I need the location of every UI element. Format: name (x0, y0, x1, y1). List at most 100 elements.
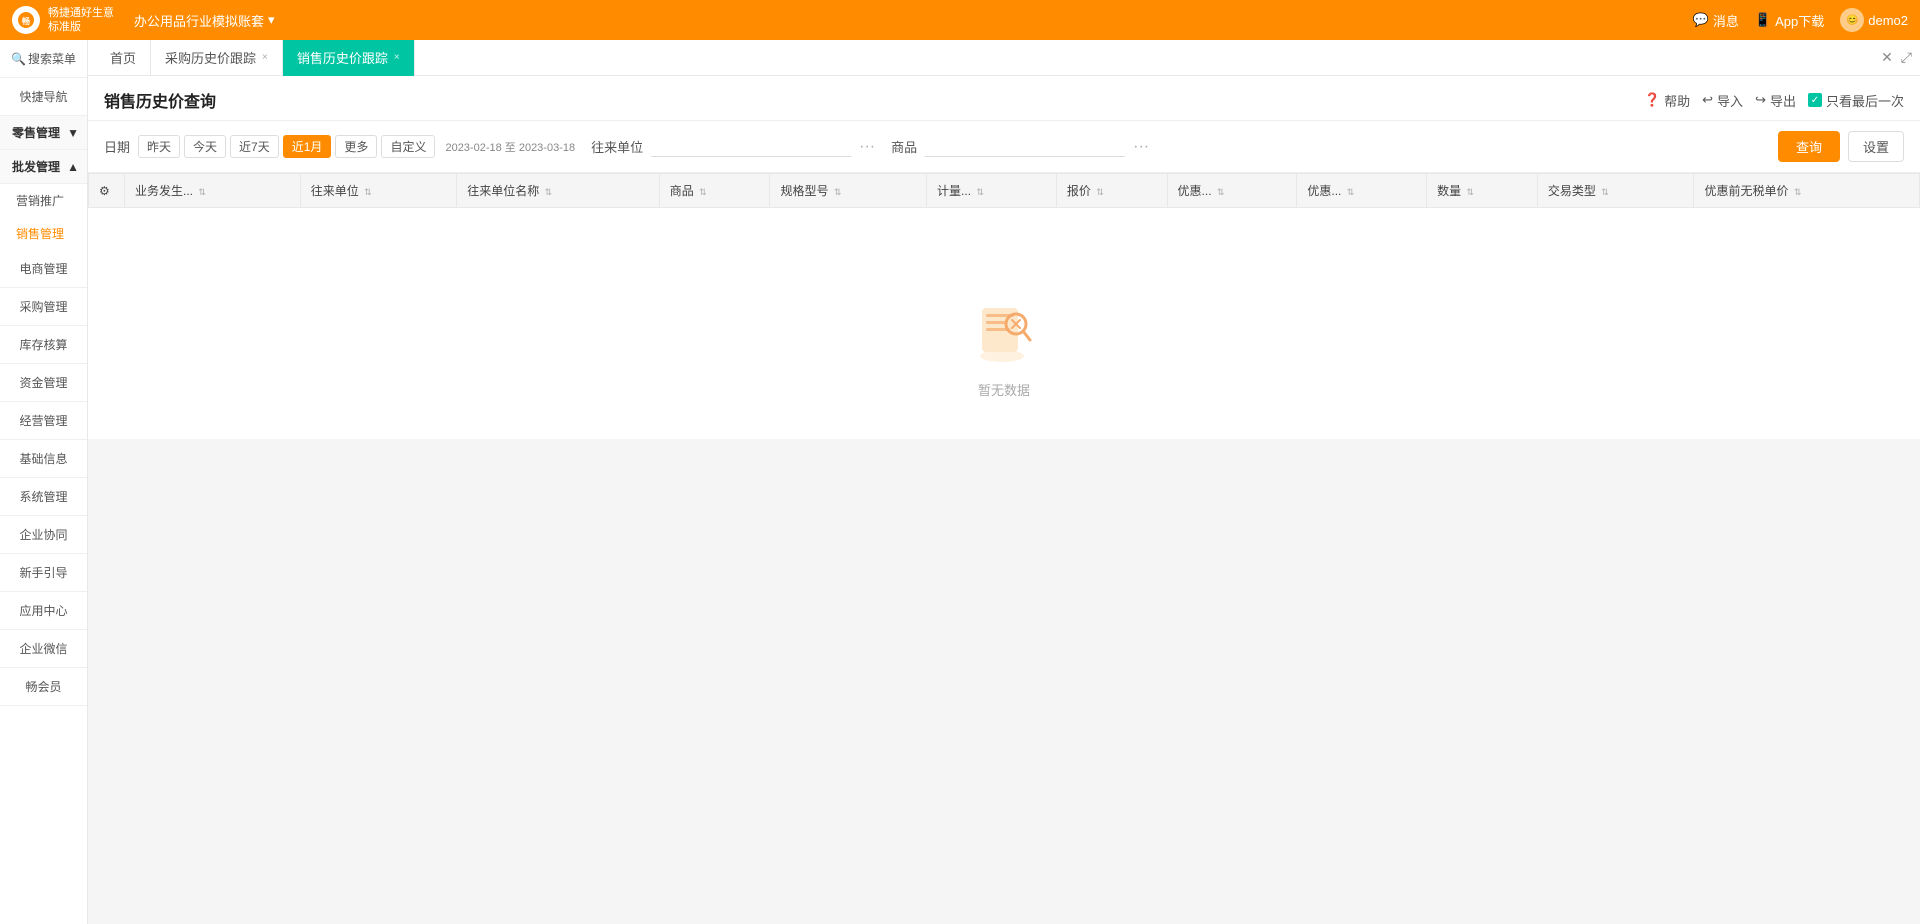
sidebar-item-new-guide[interactable]: 新手引导 (0, 554, 87, 592)
sidebar-item-inventory[interactable]: 库存核算 (0, 326, 87, 364)
help-btn[interactable]: ❓ 帮助 (1644, 91, 1690, 110)
th-discount2[interactable]: 优惠... ⇅ (1297, 174, 1427, 208)
empty-state: 暂无数据 (88, 208, 1920, 439)
sidebar-item-ecom-mgmt[interactable]: 电商管理 (0, 250, 87, 288)
date-options: 昨天 今天 近7天 近1月 更多 自定义 (138, 135, 435, 158)
th-partner-name-label: 往来单位名称 (467, 184, 539, 198)
app-title-dropdown[interactable]: 办公用品行业模拟账套 ▾ (134, 11, 275, 30)
th-product-label: 商品 (670, 184, 694, 198)
partner-dots: ··· (859, 138, 875, 156)
sort-icon-unit: ⇅ (976, 187, 984, 197)
topbar-center: 办公用品行业模拟账套 ▾ (114, 11, 1693, 30)
more-btn[interactable]: 更多 (335, 135, 377, 158)
sidebar-item-finance[interactable]: 资金管理 (0, 364, 87, 402)
export-btn[interactable]: ↪ 导出 (1755, 91, 1796, 110)
th-pre-tax-price[interactable]: 优惠前无税单价 ⇅ (1694, 174, 1920, 208)
product-label: 商品 (891, 137, 917, 156)
th-product[interactable]: 商品 ⇅ (659, 174, 770, 208)
th-qty-label: 数量 (1437, 184, 1461, 198)
topbar-right: 💬 消息 📱 App下载 😊 demo2 (1693, 8, 1908, 32)
topbar-left: 畅 畅捷通好生意 标准版 (12, 6, 114, 35)
th-trade-type-label: 交易类型 (1548, 184, 1596, 198)
chevron-down-icon: ▼ (67, 126, 79, 140)
sidebar-sub-item-marketing[interactable]: 营销推广 (0, 184, 87, 217)
topbar: 畅 畅捷通好生意 标准版 办公用品行业模拟账套 ▾ 💬 消息 📱 App下载 😊… (0, 0, 1920, 40)
custom-btn[interactable]: 自定义 (381, 135, 435, 158)
filter-bar: 日期 昨天 今天 近7天 近1月 更多 自定义 2023-02-18 至 202… (88, 121, 1920, 173)
tab-sales-close-btn[interactable]: × (394, 52, 400, 63)
th-discount1[interactable]: 优惠... ⇅ (1167, 174, 1297, 208)
sort-icon-partner-name: ⇅ (545, 187, 553, 197)
tab-purchase-close-btn[interactable]: × (262, 52, 268, 63)
th-quote[interactable]: 报价 ⇅ (1056, 174, 1167, 208)
tab-sales-history[interactable]: 销售历史价跟踪 × (283, 40, 415, 76)
th-partner-code[interactable]: 往来单位 ⇅ (300, 174, 457, 208)
logo-text: 畅捷通好生意 标准版 (48, 6, 114, 35)
sidebar-item-membership[interactable]: 畅会员 (0, 668, 87, 706)
th-unit-label: 计量... (937, 184, 971, 198)
data-table: ⚙ 业务发生... ⇅ 往来单位 ⇅ 往来单位名称 ⇅ (88, 173, 1920, 208)
sidebar-item-basic-info[interactable]: 基础信息 (0, 440, 87, 478)
partner-input[interactable] (651, 137, 851, 157)
sidebar-item-operations[interactable]: 经营管理 (0, 402, 87, 440)
th-quote-label: 报价 (1067, 184, 1091, 198)
page-header: 销售历史价查询 ❓ 帮助 ↩ 导入 ↪ 导出 ✓ (88, 76, 1920, 121)
th-gear[interactable]: ⚙ (89, 174, 125, 208)
import-icon: ↩ (1702, 92, 1713, 108)
sidebar-item-quick-nav[interactable]: 快捷导航 (0, 78, 87, 116)
tab-home[interactable]: 首页 (96, 40, 151, 76)
sidebar-sub-item-sales-mgmt[interactable]: 销售管理 (0, 217, 87, 250)
sort-icon-product: ⇅ (699, 187, 707, 197)
date-label: 日期 (104, 137, 130, 156)
product-input[interactable] (925, 137, 1125, 157)
th-unit[interactable]: 计量... ⇅ (927, 174, 1057, 208)
only-last-checkbox-label[interactable]: ✓ 只看最后一次 (1808, 91, 1904, 110)
th-partner-name[interactable]: 往来单位名称 ⇅ (457, 174, 659, 208)
logo-icon: 畅 (12, 6, 40, 34)
table-header: ⚙ 业务发生... ⇅ 往来单位 ⇅ 往来单位名称 ⇅ (89, 174, 1920, 208)
th-pre-tax-price-label: 优惠前无税单价 (1704, 184, 1788, 198)
only-last-checkbox[interactable]: ✓ (1808, 93, 1822, 107)
th-qty[interactable]: 数量 ⇅ (1427, 174, 1538, 208)
sort-icon-pre-tax-price: ⇅ (1794, 187, 1802, 197)
sidebar-item-purchase-mgmt[interactable]: 采购管理 (0, 288, 87, 326)
sidebar-item-search-menu[interactable]: 🔍 搜索菜单 (0, 40, 87, 78)
avatar: 😊 (1840, 8, 1864, 32)
th-biz-date[interactable]: 业务发生... ⇅ (125, 174, 301, 208)
last1month-btn[interactable]: 近1月 (283, 135, 332, 158)
sidebar-item-system[interactable]: 系统管理 (0, 478, 87, 516)
sort-icon-discount1: ⇅ (1217, 187, 1225, 197)
today-btn[interactable]: 今天 (184, 135, 226, 158)
sort-icon-discount2: ⇅ (1347, 187, 1355, 197)
page-header-actions: ❓ 帮助 ↩ 导入 ↪ 导出 ✓ 只看最后一次 (1644, 91, 1904, 110)
th-spec[interactable]: 规格型号 ⇅ (770, 174, 927, 208)
sidebar-item-app-center[interactable]: 应用中心 (0, 592, 87, 630)
sidebar-item-wholesale-mgmt[interactable]: 批发管理 ▲ (0, 150, 87, 184)
dropdown-icon: ▾ (268, 12, 275, 28)
query-button[interactable]: 查询 (1778, 131, 1840, 162)
content-area: 首页 采购历史价跟踪 × 销售历史价跟踪 × ✕ ⤢ 销售历史价查询 (88, 40, 1920, 924)
sidebar-item-corp-wechat[interactable]: 企业微信 (0, 630, 87, 668)
msg-btn[interactable]: 💬 消息 (1693, 11, 1739, 30)
sidebar-item-enterprise[interactable]: 企业协同 (0, 516, 87, 554)
th-trade-type[interactable]: 交易类型 ⇅ (1537, 174, 1694, 208)
app-download-btn[interactable]: 📱 App下载 (1755, 11, 1824, 30)
th-discount2-label: 优惠... (1307, 184, 1341, 198)
yesterday-btn[interactable]: 昨天 (138, 135, 180, 158)
import-btn[interactable]: ↩ 导入 (1702, 91, 1743, 110)
date-filter-group: 日期 昨天 今天 近7天 近1月 更多 自定义 2023-02-18 至 202… (104, 135, 575, 158)
th-spec-label: 规格型号 (780, 184, 828, 198)
filter-actions: 查询 设置 (1778, 131, 1904, 162)
sidebar: 🔍 搜索菜单 快捷导航 零售管理 ▼ 批发管理 ▲ 营销推广 销售管理 电商管理… (0, 40, 88, 924)
maximize-btn[interactable]: ⤢ (1901, 49, 1912, 66)
sidebar-item-retail-mgmt[interactable]: 零售管理 ▼ (0, 116, 87, 150)
tab-bar: 首页 采购历史价跟踪 × 销售历史价跟踪 × ✕ ⤢ (88, 40, 1920, 76)
setting-button[interactable]: 设置 (1848, 131, 1904, 162)
tab-purchase-history[interactable]: 采购历史价跟踪 × (151, 40, 283, 76)
close-window-btn[interactable]: ✕ (1881, 49, 1893, 66)
sort-icon-quote: ⇅ (1096, 187, 1104, 197)
user-avatar-btn[interactable]: 😊 demo2 (1840, 8, 1908, 32)
th-discount1-label: 优惠... (1178, 184, 1212, 198)
last7-btn[interactable]: 近7天 (230, 135, 279, 158)
sort-icon-qty: ⇅ (1467, 187, 1475, 197)
